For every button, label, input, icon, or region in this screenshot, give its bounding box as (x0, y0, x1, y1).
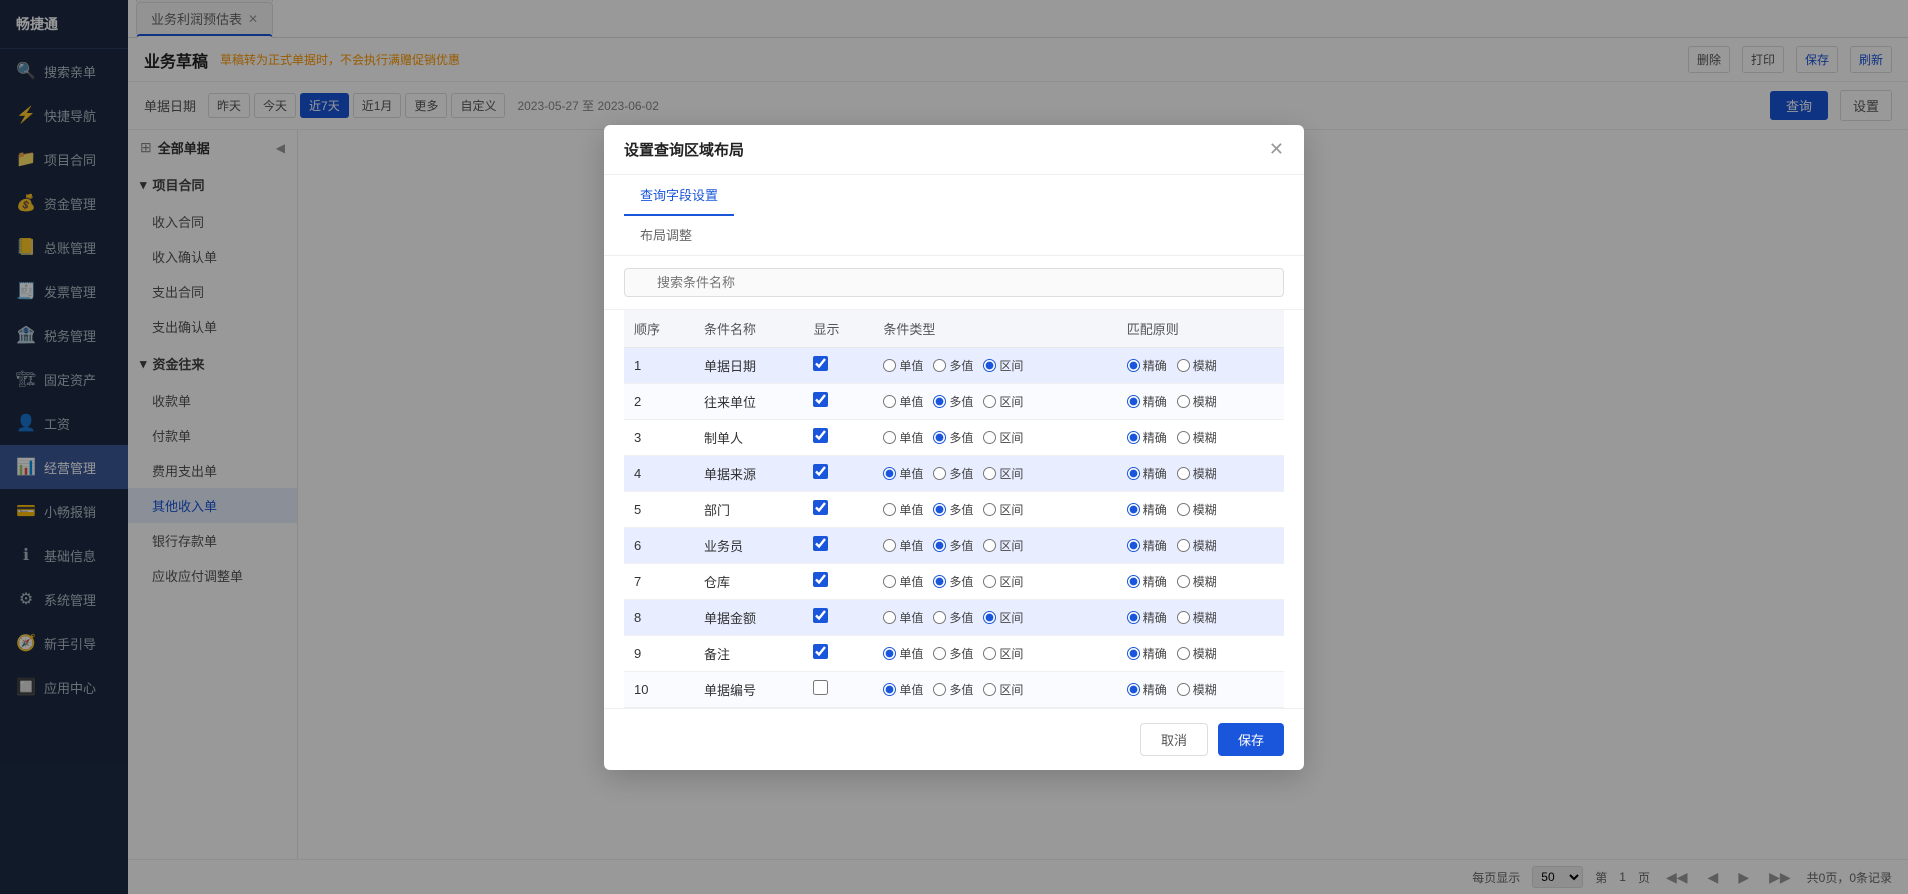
row-order: 8 (624, 599, 694, 635)
col-header-条件类型: 条件类型 (873, 310, 1116, 348)
settings-dialog: 设置查询区域布局 ✕ 查询字段设置布局调整 🔍 顺序条件名称显示条件类型匹配原则… (604, 125, 1304, 770)
row-condition-type[interactable]: 单值多值区间 (873, 383, 1116, 419)
row-condition-type[interactable]: 单值多值区间 (873, 419, 1116, 455)
table-row: 2往来单位 单值多值区间精确模糊 (624, 383, 1284, 419)
row-match[interactable]: 精确模糊 (1117, 671, 1284, 707)
row-condition-type[interactable]: 单值多值区间 (873, 563, 1116, 599)
row-order: 9 (624, 635, 694, 671)
row-match[interactable]: 精确模糊 (1117, 635, 1284, 671)
dialog-close-button[interactable]: ✕ (1269, 139, 1284, 160)
table-row: 8单据金额 单值多值区间精确模糊 (624, 599, 1284, 635)
show-checkbox-1[interactable] (813, 356, 828, 371)
show-checkbox-6[interactable] (813, 536, 828, 551)
row-show[interactable] (803, 527, 873, 563)
col-header-显示: 显示 (803, 310, 873, 348)
row-match[interactable]: 精确模糊 (1117, 527, 1284, 563)
col-header-条件名称: 条件名称 (694, 310, 803, 348)
row-order: 2 (624, 383, 694, 419)
row-name: 单据日期 (694, 347, 803, 383)
show-checkbox-4[interactable] (813, 464, 828, 479)
row-condition-type[interactable]: 单值多值区间 (873, 671, 1116, 707)
show-checkbox-5[interactable] (813, 500, 828, 515)
condition-search-input[interactable] (624, 268, 1284, 297)
row-condition-type[interactable]: 单值多值区间 (873, 635, 1116, 671)
table-row: 4单据来源 单值多值区间精确模糊 (624, 455, 1284, 491)
row-order: 6 (624, 527, 694, 563)
show-checkbox-7[interactable] (813, 572, 828, 587)
table-row: 10单据编号 单值多值区间精确模糊 (624, 671, 1284, 707)
row-show[interactable] (803, 347, 873, 383)
dialog-tab-layout-adjust[interactable]: 布局调整 (624, 215, 734, 256)
row-name: 业务员 (694, 527, 803, 563)
row-condition-type[interactable]: 单值多值区间 (873, 599, 1116, 635)
row-order: 10 (624, 671, 694, 707)
row-name: 仓库 (694, 563, 803, 599)
show-checkbox-2[interactable] (813, 392, 828, 407)
show-checkbox-8[interactable] (813, 608, 828, 623)
table-row: 5部门 单值多值区间精确模糊 (624, 491, 1284, 527)
row-order: 4 (624, 455, 694, 491)
row-show[interactable] (803, 635, 873, 671)
row-match[interactable]: 精确模糊 (1117, 347, 1284, 383)
row-show[interactable] (803, 455, 873, 491)
row-condition-type[interactable]: 单值多值区间 (873, 491, 1116, 527)
dialog-tab-field-settings[interactable]: 查询字段设置 (624, 175, 734, 216)
row-order: 3 (624, 419, 694, 455)
row-order: 5 (624, 491, 694, 527)
row-match[interactable]: 精确模糊 (1117, 419, 1284, 455)
row-name: 单据金额 (694, 599, 803, 635)
dialog-search-area: 🔍 (604, 256, 1304, 310)
cancel-button[interactable]: 取消 (1140, 723, 1208, 756)
row-match[interactable]: 精确模糊 (1117, 491, 1284, 527)
table-row: 7仓库 单值多值区间精确模糊 (624, 563, 1284, 599)
dialog-footer: 取消 保存 (604, 708, 1304, 770)
dialog-tabs: 查询字段设置布局调整 (604, 175, 1304, 256)
dialog-header: 设置查询区域布局 ✕ (604, 125, 1304, 175)
row-condition-type[interactable]: 单值多值区间 (873, 455, 1116, 491)
row-match[interactable]: 精确模糊 (1117, 599, 1284, 635)
row-name: 单据编号 (694, 671, 803, 707)
conditions-table: 顺序条件名称显示条件类型匹配原则 1单据日期单值多值区间精确模糊2往来单位单值多… (624, 310, 1284, 708)
row-condition-type[interactable]: 单值多值区间 (873, 527, 1116, 563)
modal-overlay: 设置查询区域布局 ✕ 查询字段设置布局调整 🔍 顺序条件名称显示条件类型匹配原则… (0, 0, 1908, 894)
row-show[interactable] (803, 671, 873, 707)
row-name: 制单人 (694, 419, 803, 455)
row-show[interactable] (803, 383, 873, 419)
row-name: 单据来源 (694, 455, 803, 491)
dialog-save-button[interactable]: 保存 (1218, 723, 1284, 756)
col-header-匹配原则: 匹配原则 (1117, 310, 1284, 348)
dialog-title: 设置查询区域布局 (624, 139, 744, 160)
table-row: 9备注 单值多值区间精确模糊 (624, 635, 1284, 671)
row-order: 7 (624, 563, 694, 599)
table-row: 3制单人 单值多值区间精确模糊 (624, 419, 1284, 455)
table-row: 1单据日期 单值多值区间精确模糊 (624, 347, 1284, 383)
row-name: 备注 (694, 635, 803, 671)
show-checkbox-9[interactable] (813, 644, 828, 659)
row-match[interactable]: 精确模糊 (1117, 563, 1284, 599)
row-name: 部门 (694, 491, 803, 527)
col-header-顺序: 顺序 (624, 310, 694, 348)
row-name: 往来单位 (694, 383, 803, 419)
row-show[interactable] (803, 563, 873, 599)
row-order: 1 (624, 347, 694, 383)
show-checkbox-3[interactable] (813, 428, 828, 443)
table-row: 6业务员 单值多值区间精确模糊 (624, 527, 1284, 563)
row-match[interactable]: 精确模糊 (1117, 383, 1284, 419)
dialog-table-wrap: 顺序条件名称显示条件类型匹配原则 1单据日期单值多值区间精确模糊2往来单位单值多… (604, 310, 1304, 708)
row-show[interactable] (803, 491, 873, 527)
row-condition-type[interactable]: 单值多值区间 (873, 347, 1116, 383)
row-show[interactable] (803, 419, 873, 455)
show-checkbox-10[interactable] (813, 680, 828, 695)
row-show[interactable] (803, 599, 873, 635)
row-match[interactable]: 精确模糊 (1117, 455, 1284, 491)
